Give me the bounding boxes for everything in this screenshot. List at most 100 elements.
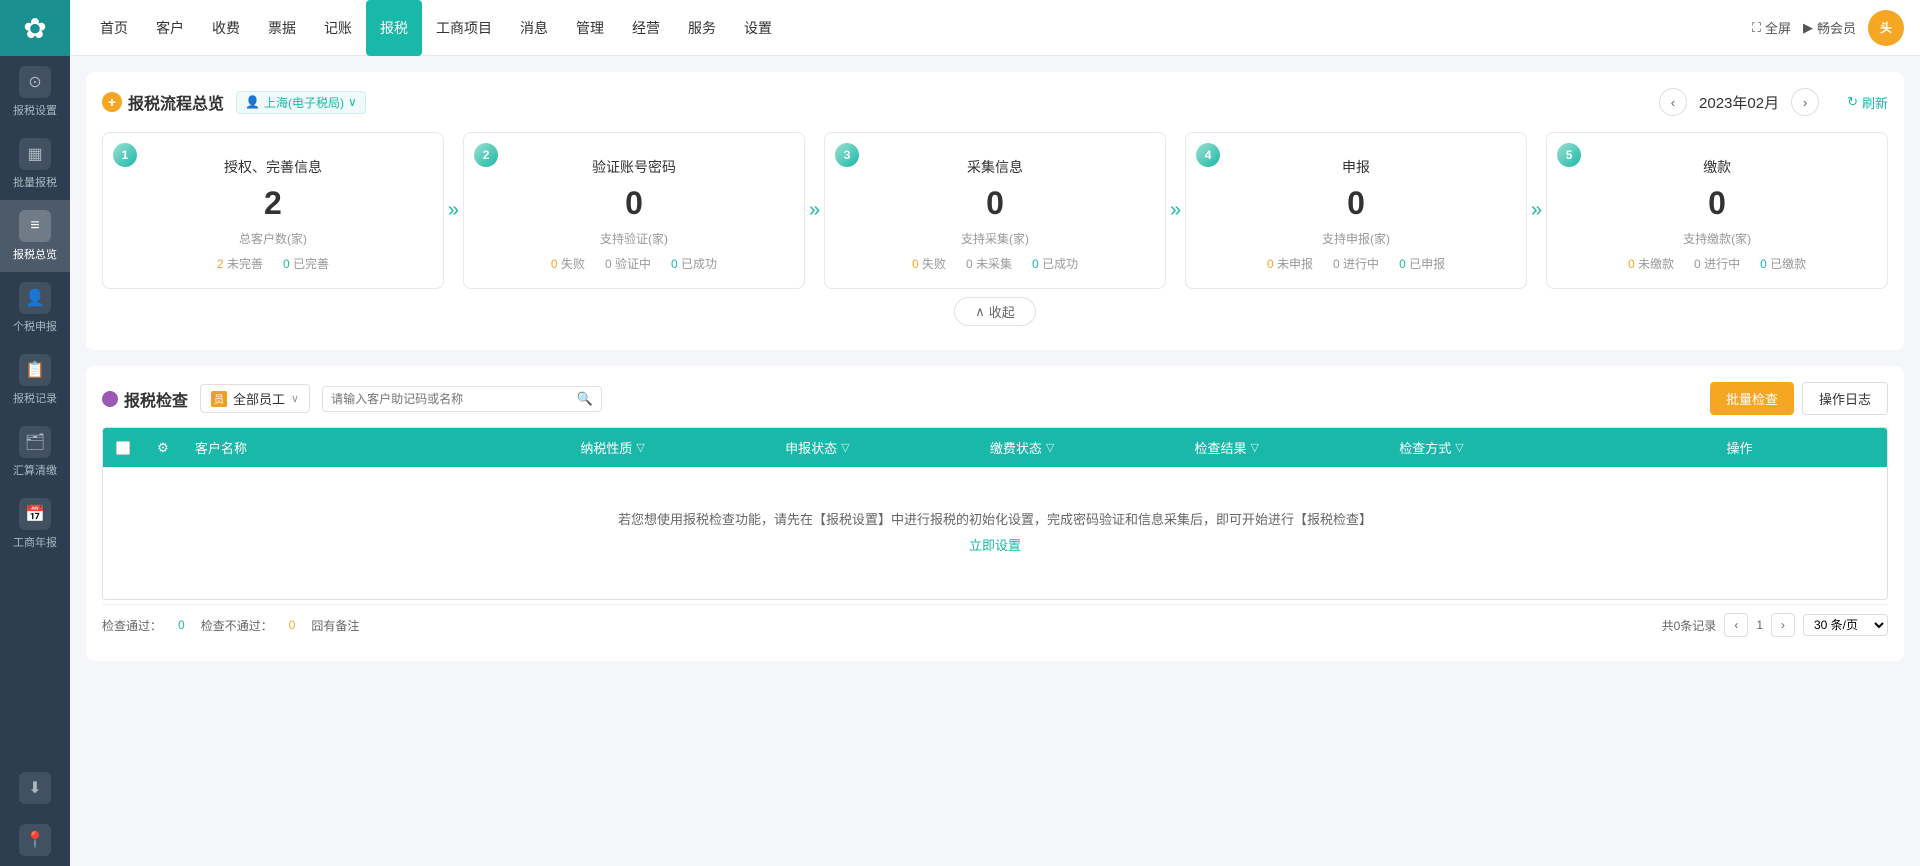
tax-overview-icon: ≡ <box>19 210 51 242</box>
tax-check-title: 报税检查 <box>102 387 188 411</box>
fullscreen-icon: ⛶ <box>1752 20 1761 36</box>
header-tax-nature[interactable]: 纳税性质 ▽ <box>568 428 773 467</box>
step-divider-4: » <box>1527 132 1546 289</box>
sidebar-item-tax-settings[interactable]: ⊙ 报税设置 <box>0 56 70 128</box>
next-month-button[interactable]: › <box>1791 88 1819 116</box>
search-input[interactable] <box>331 392 577 406</box>
sidebar-item-label: 汇算清缴 <box>13 462 57 478</box>
step-3-stats: 0 失败 0 未采集 0 已成功 <box>912 255 1078 272</box>
action-buttons: 批量检查 操作日志 <box>1710 382 1888 415</box>
step-1-stat-1-value[interactable]: 0 <box>283 257 290 271</box>
nav-service[interactable]: 服务 <box>674 0 730 56</box>
step-1-label: 授权、完善信息 <box>224 157 322 177</box>
total-records: 共0条记录 <box>1662 617 1717 634</box>
step-4-sub: 支持申报(家) <box>1322 230 1390 247</box>
employee-filter-button[interactable]: 员 全部员工 ∨ <box>200 384 310 413</box>
step-1-stat-0-value[interactable]: 2 <box>217 257 224 271</box>
nav-settings[interactable]: 设置 <box>730 0 786 56</box>
select-all-checkbox[interactable] <box>116 441 130 455</box>
nav-management[interactable]: 管理 <box>562 0 618 56</box>
location-person-icon: 👤 <box>245 95 260 109</box>
employee-icon: 员 <box>211 391 227 407</box>
header-settings[interactable]: ⚙ <box>143 428 183 467</box>
table-empty-message: 若您想使用报税检查功能，请先在【报税设置】中进行报税的初始化设置，完成密码验证和… <box>103 467 1887 599</box>
search-box: 🔍 <box>322 386 602 412</box>
sidebar-item-settlement[interactable]: 🗂 汇算清缴 <box>0 416 70 488</box>
nav-operation[interactable]: 经营 <box>618 0 674 56</box>
step-divider-2: » <box>805 132 824 289</box>
sidebar-item-location[interactable]: 📍 <box>0 814 70 866</box>
header-action: 操作 <box>1592 428 1887 467</box>
tax-settings-icon: ⊙ <box>19 66 51 98</box>
refresh-button[interactable]: ↻ 刷新 <box>1847 93 1888 112</box>
tax-check-header: 报税检查 员 全部员工 ∨ 🔍 批量检查 操作日志 <box>102 382 1888 415</box>
tax-check-table: ⚙ 客户名称 纳税性质 ▽ 申报状态 ▽ 缴费状态 ▽ <box>102 427 1888 600</box>
step-2-stat-0-value[interactable]: 0 <box>551 257 558 271</box>
sidebar-item-tax-overview[interactable]: ≡ 报税总览 <box>0 200 70 272</box>
batch-check-button[interactable]: 批量检查 <box>1710 382 1794 415</box>
vip-button[interactable]: ▶ 畅会员 <box>1803 18 1856 37</box>
step-3-number: 3 <box>835 143 859 167</box>
nav-tax[interactable]: 报税 <box>366 0 422 56</box>
sidebar: ✿ ⊙ 报税设置 ▦ 批量报税 ≡ 报税总览 👤 个税申报 📋 报税记录 🗂 汇… <box>0 0 70 866</box>
collapse-button[interactable]: ∧ 收起 <box>954 297 1036 326</box>
sidebar-item-label: 工商年报 <box>13 534 57 550</box>
download-icon: ⬇ <box>19 772 51 804</box>
collapse-label: 收起 <box>989 302 1015 321</box>
fullscreen-button[interactable]: ⛶ 全屏 <box>1752 18 1791 37</box>
step-2-stat-1-value: 0 <box>605 257 612 271</box>
main-area: 首页 客户 收费 票据 记账 报税 工商项目 消息 管理 经营 服务 设置 ⛶ … <box>70 0 1920 866</box>
vip-icon: ▶ <box>1803 20 1813 36</box>
prev-month-button[interactable]: ‹ <box>1659 88 1687 116</box>
header-declare-status[interactable]: 申报状态 ▽ <box>773 428 978 467</box>
overview-card: + 报税流程总览 👤 上海(电子税局) ∨ ‹ 2023年02月 › ↻ 刷新 <box>86 72 1904 350</box>
fail-value[interactable]: 0 <box>289 618 296 632</box>
sidebar-item-download[interactable]: ⬇ <box>0 762 70 814</box>
sidebar-item-label: 个税申报 <box>13 318 57 334</box>
table-header: ⚙ 客户名称 纳税性质 ▽ 申报状态 ▽ 缴费状态 ▽ <box>103 428 1887 467</box>
filter-icon-pay: ▽ <box>1046 441 1054 454</box>
next-page-button[interactable]: › <box>1771 613 1795 637</box>
sidebar-item-annual-report[interactable]: 📅 工商年报 <box>0 488 70 560</box>
location-badge[interactable]: 👤 上海(电子税局) ∨ <box>236 91 366 114</box>
header-pay-status[interactable]: 缴费状态 ▽ <box>978 428 1183 467</box>
sidebar-item-batch-tax[interactable]: ▦ 批量报税 <box>0 128 70 200</box>
step-3-card: 3 采集信息 0 支持采集(家) 0 失败 0 未采集 0 已成功 <box>824 132 1166 289</box>
location-icon: 📍 <box>19 824 51 856</box>
step-4-value: 0 <box>1347 185 1365 222</box>
step-2-label: 验证账号密码 <box>592 157 676 177</box>
header-check-method[interactable]: 检查方式 ▽ <box>1387 428 1592 467</box>
header-check-result[interactable]: 检查结果 ▽ <box>1183 428 1388 467</box>
setup-link[interactable]: 立即设置 <box>969 538 1021 553</box>
nav-invoice[interactable]: 票据 <box>254 0 310 56</box>
pagination: 共0条记录 ‹ 1 › 30 条/页50 条/页100 条/页 <box>1662 613 1888 637</box>
step-2-sub: 支持验证(家) <box>600 230 668 247</box>
operation-log-button[interactable]: 操作日志 <box>1802 382 1888 415</box>
nav-client[interactable]: 客户 <box>142 0 198 56</box>
sidebar-item-label: 批量报税 <box>13 174 57 190</box>
plus-icon: + <box>102 92 122 112</box>
personal-report-icon: 👤 <box>19 282 51 314</box>
header-name: 客户名称 <box>183 428 568 467</box>
first-page-button[interactable]: ‹ <box>1724 613 1748 637</box>
filter-icon-check-result: ▽ <box>1251 441 1259 454</box>
nav-fee[interactable]: 收费 <box>198 0 254 56</box>
nav-message[interactable]: 消息 <box>506 0 562 56</box>
app-logo: ✿ <box>0 0 70 56</box>
sidebar-item-personal-report[interactable]: 👤 个税申报 <box>0 272 70 344</box>
avatar: 头 <box>1868 10 1904 46</box>
step-1-value: 2 <box>264 185 282 222</box>
step-2-stats: 0 失败 0 验证中 0 已成功 <box>551 255 717 272</box>
sidebar-item-tax-record[interactable]: 📋 报税记录 <box>0 344 70 416</box>
per-page-select[interactable]: 30 条/页50 条/页100 条/页 <box>1803 614 1888 636</box>
nav-biz[interactable]: 工商项目 <box>422 0 506 56</box>
header-checkbox[interactable] <box>103 428 143 467</box>
nav-home[interactable]: 首页 <box>86 0 142 56</box>
settings-icon: ⚙ <box>157 440 169 456</box>
step-2-stat-2-value[interactable]: 0 <box>671 257 678 271</box>
pass-value[interactable]: 0 <box>178 618 185 632</box>
nav-bookkeeping[interactable]: 记账 <box>310 0 366 56</box>
search-icon[interactable]: 🔍 <box>577 391 593 407</box>
step-4-stats: 0 未申报 0 进行中 0 已申报 <box>1267 255 1445 272</box>
step-5-value: 0 <box>1708 185 1726 222</box>
